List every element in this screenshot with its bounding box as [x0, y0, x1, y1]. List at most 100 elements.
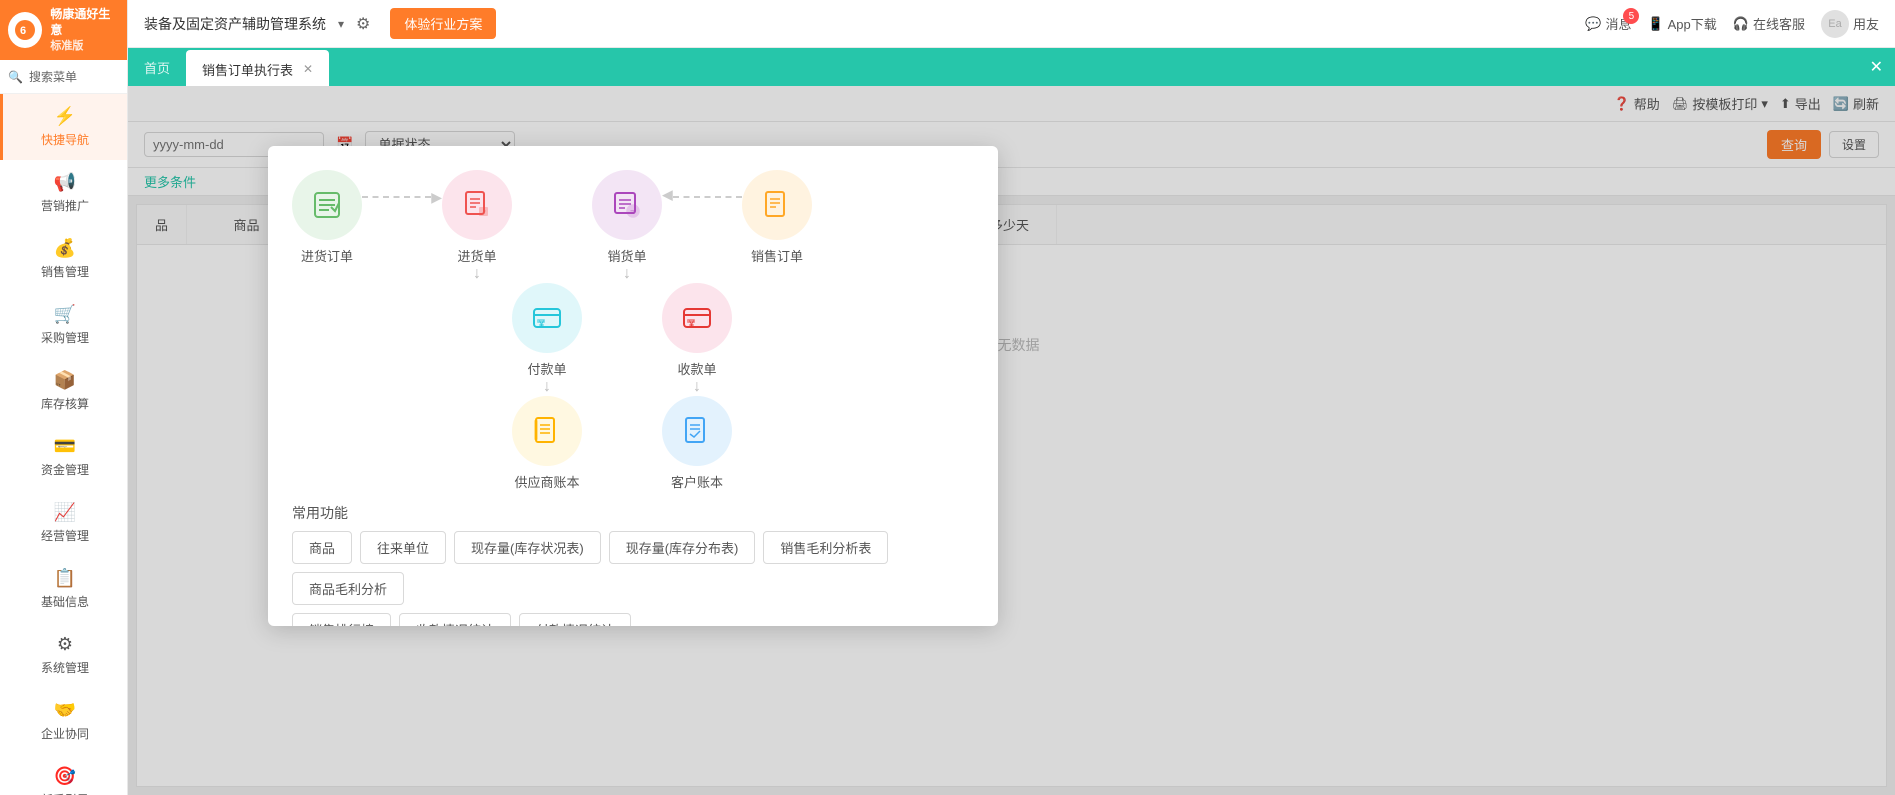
flow-node-supplier-ledger: 供应商账本 [512, 396, 582, 491]
sidebar-item-enterprise[interactable]: 🤝 企业协同 [0, 688, 127, 754]
flow-row-3: 供应商账本 客 [292, 396, 974, 491]
online-service-button[interactable]: 🎧 在线客服 [1733, 14, 1805, 33]
svg-text:¥: ¥ [538, 319, 545, 329]
tab-sales-order[interactable]: 销售订单执行表 ✕ [186, 50, 329, 88]
search-icon: 🔍 [8, 70, 23, 84]
message-button[interactable]: 💬 消息 5 [1585, 14, 1631, 33]
down-arrow-sales: ↓ [623, 265, 631, 283]
svg-text:≡: ≡ [630, 208, 635, 217]
flow-arrow-1: ▶ [362, 170, 442, 226]
flow-row-2: ¥ 付款单 ↓ [292, 283, 974, 396]
func-buttons-row-2: 销售排行榜 收款情况统计 付款情况统计 [292, 613, 974, 626]
func-btn-product-gross[interactable]: 商品毛利分析 [292, 572, 404, 605]
sidebar-item-operations[interactable]: 📈 经营管理 [0, 490, 127, 556]
sidebar-item-quick-nav[interactable]: ⚡ 快捷导航 [0, 94, 127, 160]
tabs-close-all[interactable]: ✕ [1870, 57, 1883, 77]
purchase-order-icon [292, 170, 362, 240]
sidebar-item-system[interactable]: ⚙ 系统管理 [0, 622, 127, 688]
page-content: ❓ 帮助 🖨 按模板打印 ▾ ⬆ 导出 🔄 刷新 [128, 86, 1895, 795]
guide-icon: 🎯 [54, 766, 76, 787]
download-icon: 📱 [1647, 16, 1663, 32]
operations-icon: 📈 [54, 502, 76, 523]
sidebar-item-finance[interactable]: 💳 资金管理 [0, 424, 127, 490]
sidebar-item-marketing[interactable]: 📢 营销推广 [0, 160, 127, 226]
svg-text:¥: ¥ [688, 319, 695, 329]
func-btn-transactions[interactable]: 往来单位 [360, 531, 446, 564]
sales-order-label: 销售订单 [751, 246, 803, 265]
sales-slip-label: 销货单 [607, 246, 646, 265]
flow-node-sales-slip: ≡ 销货单 ↓ [592, 170, 662, 283]
topbar: 装备及固定资产辅助管理系统 ▾ ⚙ 体验行业方案 💬 消息 5 📱 App下载 … [128, 0, 1895, 48]
trial-button[interactable]: 体验行业方案 [390, 8, 496, 39]
purchase-order-label: 进货订单 [301, 246, 353, 265]
logo-text: 畅康通好生意 标准版 [50, 6, 119, 55]
down-arrow-purchase: ↓ [473, 265, 481, 283]
avatar: Ea [1821, 10, 1849, 38]
func-btn-sales-rank[interactable]: 销售排行榜 [292, 613, 391, 626]
modal-box: 进货订单 ▶ [268, 146, 998, 626]
flow-node-customer-ledger: 客户账本 [662, 396, 732, 491]
message-icon: 💬 [1585, 16, 1601, 32]
flow-node-receipt: ¥ 收款单 ↓ [662, 283, 732, 396]
sidebar-item-purchase[interactable]: 🛒 采购管理 [0, 292, 127, 358]
func-btn-payment-stats[interactable]: 付款情况统计 [519, 613, 631, 626]
quick-nav-icon: ⚡ [54, 106, 76, 127]
sales-icon: 💰 [54, 238, 76, 259]
supplier-ledger-icon [512, 396, 582, 466]
service-icon: 🎧 [1733, 16, 1749, 32]
flow-node-purchase-order: 进货订单 [292, 170, 362, 265]
finance-icon: 💳 [54, 436, 76, 457]
func-buttons-row-1: 商品 往来单位 现存量(库存状况表) 现存量(库存分布表) 销售毛利分析表 商品… [292, 531, 974, 605]
basic-info-icon: 📋 [54, 568, 76, 589]
gear-icon[interactable]: ⚙ [356, 14, 370, 34]
func-btn-product[interactable]: 商品 [292, 531, 352, 564]
common-func-title: 常用功能 [292, 503, 974, 523]
sidebar-item-sales[interactable]: 💰 销售管理 [0, 226, 127, 292]
sidebar-item-guide[interactable]: 🎯 新手引导 [0, 754, 127, 795]
tab-home[interactable]: 首页 [128, 48, 186, 86]
flow-diagram: 进货订单 ▶ [292, 170, 974, 283]
down-arrow-payment: ↓ [543, 378, 551, 396]
main-content: 装备及固定资产辅助管理系统 ▾ ⚙ 体验行业方案 💬 消息 5 📱 App下载 … [128, 0, 1895, 795]
modal-overlay[interactable]: 进货订单 ▶ [128, 86, 1895, 795]
sidebar-item-basic-info[interactable]: 📋 基础信息 [0, 556, 127, 622]
sidebar: 6 畅康通好生意 标准版 🔍 搜索菜单 ⚡ 快捷导航 📢 营销推广 💰 [0, 0, 128, 795]
user-menu[interactable]: Ea 用友 [1821, 10, 1879, 38]
func-btn-receipt-stats[interactable]: 收款情况统计 [399, 613, 511, 626]
sidebar-item-inventory[interactable]: 📦 库存核算 [0, 358, 127, 424]
flow-node-sales-order: 销售订单 [742, 170, 812, 265]
topbar-dropdown[interactable]: ▾ [338, 17, 344, 31]
app-download-button[interactable]: 📱 App下载 [1647, 14, 1716, 33]
sidebar-search[interactable]: 🔍 搜索菜单 [0, 60, 127, 94]
payment-icon: ¥ [512, 283, 582, 353]
customer-ledger-icon [662, 396, 732, 466]
func-btn-stock-dist[interactable]: 现存量(库存分布表) [609, 531, 756, 564]
topbar-right: 💬 消息 5 📱 App下载 🎧 在线客服 Ea 用友 [1585, 10, 1879, 38]
func-btn-stock-status[interactable]: 现存量(库存状况表) [454, 531, 601, 564]
dashed-arrow-2: ▶ [662, 190, 742, 204]
receipt-icon: ¥ [662, 283, 732, 353]
receipt-label: 收款单 [677, 359, 716, 378]
message-badge: 5 [1623, 8, 1639, 24]
inventory-icon: 📦 [54, 370, 76, 391]
supplier-ledger-label: 供应商账本 [514, 472, 579, 491]
dashed-arrow-1: ▶ [362, 190, 442, 204]
enterprise-icon: 🤝 [54, 700, 76, 721]
tab-close-icon[interactable]: ✕ [303, 62, 313, 76]
sales-slip-icon: ≡ [592, 170, 662, 240]
func-btn-sales-gross[interactable]: 销售毛利分析表 [763, 531, 888, 564]
purchase-slip-icon: ✓ [442, 170, 512, 240]
svg-text:✓: ✓ [481, 210, 487, 217]
sales-order-icon [742, 170, 812, 240]
purchase-slip-label: 进货单 [457, 246, 496, 265]
flow-node-payment: ¥ 付款单 ↓ [512, 283, 582, 396]
sidebar-nav: ⚡ 快捷导航 📢 营销推广 💰 销售管理 🛒 采购管理 📦 库存核算 💳 [0, 94, 127, 795]
flow-node-purchase-slip: ✓ 进货单 ↓ [442, 170, 512, 283]
system-icon: ⚙ [57, 634, 73, 655]
common-func-section: 常用功能 商品 往来单位 现存量(库存状况表) 现存量(库存分布表) 销售毛利分… [292, 503, 974, 626]
marketing-icon: 📢 [54, 172, 76, 193]
system-title: 装备及固定资产辅助管理系统 [144, 14, 326, 34]
sidebar-logo: 6 畅康通好生意 标准版 [0, 0, 127, 60]
logo-icon: 6 [8, 12, 42, 48]
payment-label: 付款单 [527, 359, 566, 378]
